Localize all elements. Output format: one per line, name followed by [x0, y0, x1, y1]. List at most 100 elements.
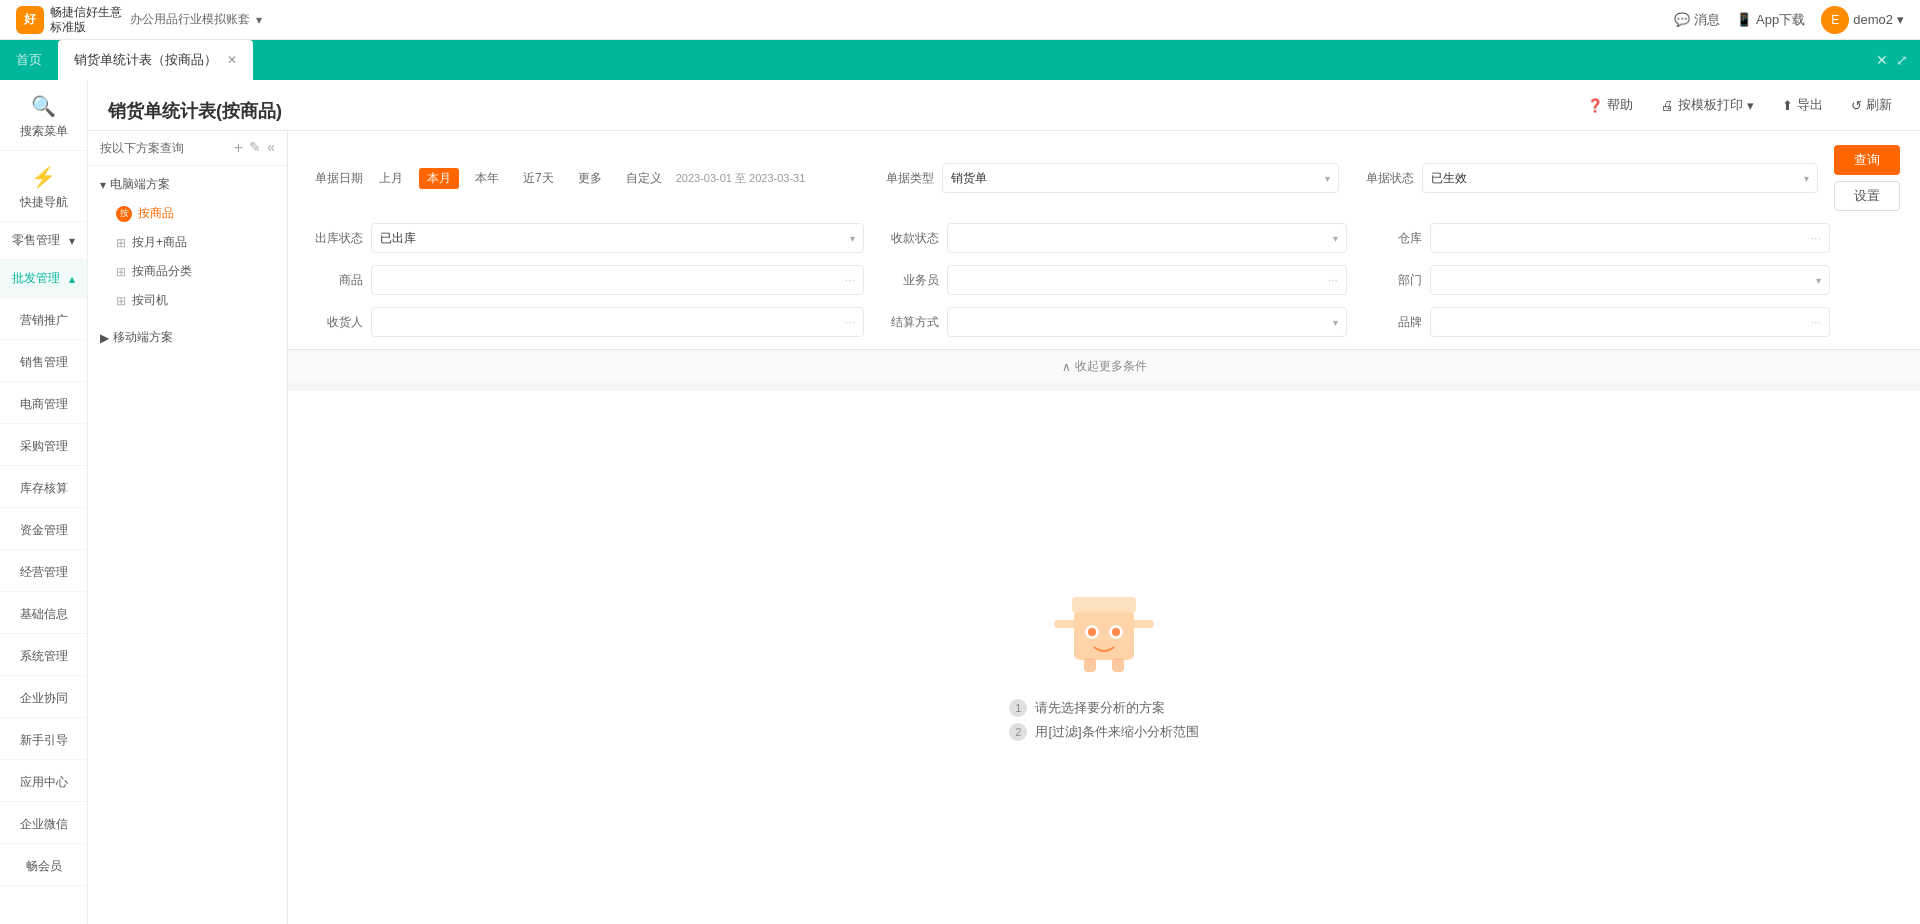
- messages-btn[interactable]: 💬 消息: [1674, 11, 1720, 29]
- print-btn[interactable]: 🖨 按模板打印 ▾: [1653, 92, 1762, 118]
- filter-status-dropdown[interactable]: 已生效 ▾: [1422, 163, 1818, 193]
- refresh-btn[interactable]: ↺ 刷新: [1843, 92, 1900, 118]
- scheme-collapse-btn[interactable]: «: [267, 139, 275, 157]
- svg-rect-0: [1074, 610, 1134, 660]
- action-buttons: 查询 设置: [1834, 145, 1900, 211]
- help-icon: ❓: [1587, 98, 1603, 113]
- nav-basic[interactable]: 基础信息: [0, 592, 87, 634]
- retail-arrow-icon: ▾: [69, 234, 75, 248]
- filter-dept-dropdown[interactable]: ▾: [1430, 265, 1830, 295]
- scheme-item-by-cashier[interactable]: ⊞ 按司机: [88, 286, 287, 315]
- wholesale-arrow-icon: ▴: [69, 272, 75, 286]
- scheme-add-btn[interactable]: +: [234, 139, 243, 157]
- app-download-btn[interactable]: 📱 App下载: [1736, 11, 1805, 29]
- filter-salesman-input[interactable]: ···: [947, 265, 1347, 295]
- date-tab-last-month[interactable]: 上月: [371, 168, 411, 189]
- filter-brand-input[interactable]: ···: [1430, 307, 1830, 337]
- nav-guide[interactable]: 新手引导: [0, 718, 87, 760]
- brand-dots-icon: ···: [1811, 315, 1821, 329]
- date-tab-this-month[interactable]: 本月: [419, 168, 459, 189]
- topbar: 好 畅捷信好生意 标准版 办公用品行业模拟账套 ▾ 💬 消息 📱 App下载 E…: [0, 0, 1920, 40]
- collapse-up-icon: ∧: [1062, 360, 1071, 374]
- tab-report[interactable]: 销货单统计表（按商品） ✕: [58, 40, 253, 80]
- main-layout: 🔍 搜索菜单 ⚡ 快捷导航 零售管理 ▾ 批发管理 ▴ 营销推广 销售管理 电商…: [0, 80, 1920, 924]
- nav-wechat[interactable]: 企业微信: [0, 802, 87, 844]
- download-icon: 📱: [1736, 12, 1752, 27]
- nav-search-menu[interactable]: 🔍 搜索菜单: [0, 80, 87, 151]
- user-menu[interactable]: E demo2 ▾: [1821, 6, 1904, 34]
- export-icon: ⬆: [1782, 98, 1793, 113]
- filter-settle-item: 结算方式 ▾: [884, 307, 1347, 337]
- maximize-icon[interactable]: ⤢: [1896, 52, 1908, 68]
- date-tab-this-year[interactable]: 本年: [467, 168, 507, 189]
- query-btn[interactable]: 查询: [1834, 145, 1900, 175]
- table-icon-2: ⊞: [116, 265, 126, 279]
- pc-arrow-icon: ▾: [100, 178, 106, 192]
- filter-row-2: 出库状态 已出库 ▾ 收款状态: [308, 223, 1900, 253]
- nav-wholesale[interactable]: 批发管理 ▴: [0, 260, 87, 298]
- mobile-arrow-icon: ▶: [100, 331, 109, 345]
- date-tab-custom[interactable]: 自定义: [618, 168, 670, 189]
- scheme-mobile-toggle[interactable]: ▶ 移动端方案: [88, 323, 287, 352]
- collect-arrow-icon: ▾: [1333, 233, 1338, 244]
- nav-finance[interactable]: 资金管理: [0, 508, 87, 550]
- filter-type-item: 单据类型 销货单 ▾: [879, 163, 1338, 193]
- close-window-icon[interactable]: ✕: [1876, 52, 1888, 68]
- type-arrow-icon: ▾: [1325, 173, 1330, 184]
- filter-goods-input[interactable]: ···: [371, 265, 864, 295]
- filter-collect-dropdown[interactable]: ▾: [947, 223, 1347, 253]
- filter-status-item: 单据状态 已生效 ▾: [1359, 163, 1818, 193]
- scheme-item-by-goods[interactable]: 按 按商品: [88, 199, 287, 228]
- tab-close-icon[interactable]: ✕: [227, 53, 237, 67]
- table-icon-1: ⊞: [116, 236, 126, 250]
- setting-btn[interactable]: 设置: [1834, 181, 1900, 211]
- empty-step-1: 1 请先选择要分析的方案: [1009, 699, 1198, 717]
- filter-type-dropdown[interactable]: 销货单 ▾: [942, 163, 1338, 193]
- sidebar-nav: 🔍 搜索菜单 ⚡ 快捷导航 零售管理 ▾ 批发管理 ▴ 营销推广 销售管理 电商…: [0, 80, 88, 924]
- nav-vip[interactable]: 畅会员: [0, 844, 87, 886]
- filter-settle-dropdown[interactable]: ▾: [947, 307, 1347, 337]
- svg-rect-8: [1084, 658, 1096, 672]
- filter-receiver-input[interactable]: ···: [371, 307, 864, 337]
- empty-step-2: 2 用[过滤]条件来缩小分析范围: [1009, 723, 1198, 741]
- nav-system[interactable]: 系统管理: [0, 634, 87, 676]
- nav-inventory[interactable]: 库存核算: [0, 466, 87, 508]
- nav-quick-nav[interactable]: ⚡ 快捷导航: [0, 151, 87, 222]
- nav-purchase[interactable]: 采购管理: [0, 424, 87, 466]
- nav-sales[interactable]: 销售管理: [0, 340, 87, 382]
- empty-state: 1 请先选择要分析的方案 2 用[过滤]条件来缩小分析范围: [288, 391, 1920, 924]
- filter-row-4: 收货人 ··· 结算方式: [308, 307, 1900, 337]
- date-tab-7days[interactable]: 近7天: [515, 168, 562, 189]
- scheme-edit-btn[interactable]: ✎: [249, 139, 261, 157]
- date-tab-more[interactable]: 更多: [570, 168, 610, 189]
- message-icon: 💬: [1674, 12, 1690, 27]
- tab-home[interactable]: 首页: [0, 40, 58, 80]
- topbar-left: 好 畅捷信好生意 标准版 办公用品行业模拟账套 ▾: [16, 5, 262, 34]
- dept-arrow-icon: ▾: [1816, 275, 1821, 286]
- export-btn[interactable]: ⬆ 导出: [1774, 92, 1831, 118]
- nav-operation[interactable]: 经营管理: [0, 550, 87, 592]
- storage-dots-icon: ···: [1811, 231, 1821, 245]
- scheme-header: 按以下方案查询 + ✎ «: [88, 131, 287, 166]
- collapse-bar[interactable]: ∧ 收起更多条件: [288, 349, 1920, 383]
- nav-retail[interactable]: 零售管理 ▾: [0, 222, 87, 260]
- svg-rect-6: [1054, 620, 1076, 628]
- scheme-pc-toggle[interactable]: ▾ 电脑端方案: [88, 170, 287, 199]
- print-arrow-icon: ▾: [1747, 98, 1754, 113]
- scheme-item-by-month-goods[interactable]: ⊞ 按月+商品: [88, 228, 287, 257]
- workspace-selector[interactable]: 办公用品行业模拟账套 ▾: [130, 11, 262, 28]
- main-content: 单据日期 上月 本月 本年 近7天 更多 自定义: [288, 131, 1920, 924]
- filter-warehouse-item: 出库状态 已出库 ▾: [308, 223, 864, 253]
- filter-warehouse-dropdown[interactable]: 已出库 ▾: [371, 223, 864, 253]
- nav-enterprise[interactable]: 企业协同: [0, 676, 87, 718]
- scheme-item-by-category[interactable]: ⊞ 按商品分类: [88, 257, 287, 286]
- nav-marketing[interactable]: 营销推广: [0, 298, 87, 340]
- nav-appstore[interactable]: 应用中心: [0, 760, 87, 802]
- svg-point-4: [1088, 628, 1096, 636]
- nav-ecommerce[interactable]: 电商管理: [0, 382, 87, 424]
- filter-row-1: 单据日期 上月 本月 本年 近7天 更多 自定义: [308, 145, 1900, 211]
- filter-storage-input[interactable]: ···: [1430, 223, 1830, 253]
- help-btn[interactable]: ❓ 帮助: [1579, 92, 1641, 118]
- settle-arrow-icon: ▾: [1333, 317, 1338, 328]
- goods-dots-icon: ···: [845, 273, 855, 287]
